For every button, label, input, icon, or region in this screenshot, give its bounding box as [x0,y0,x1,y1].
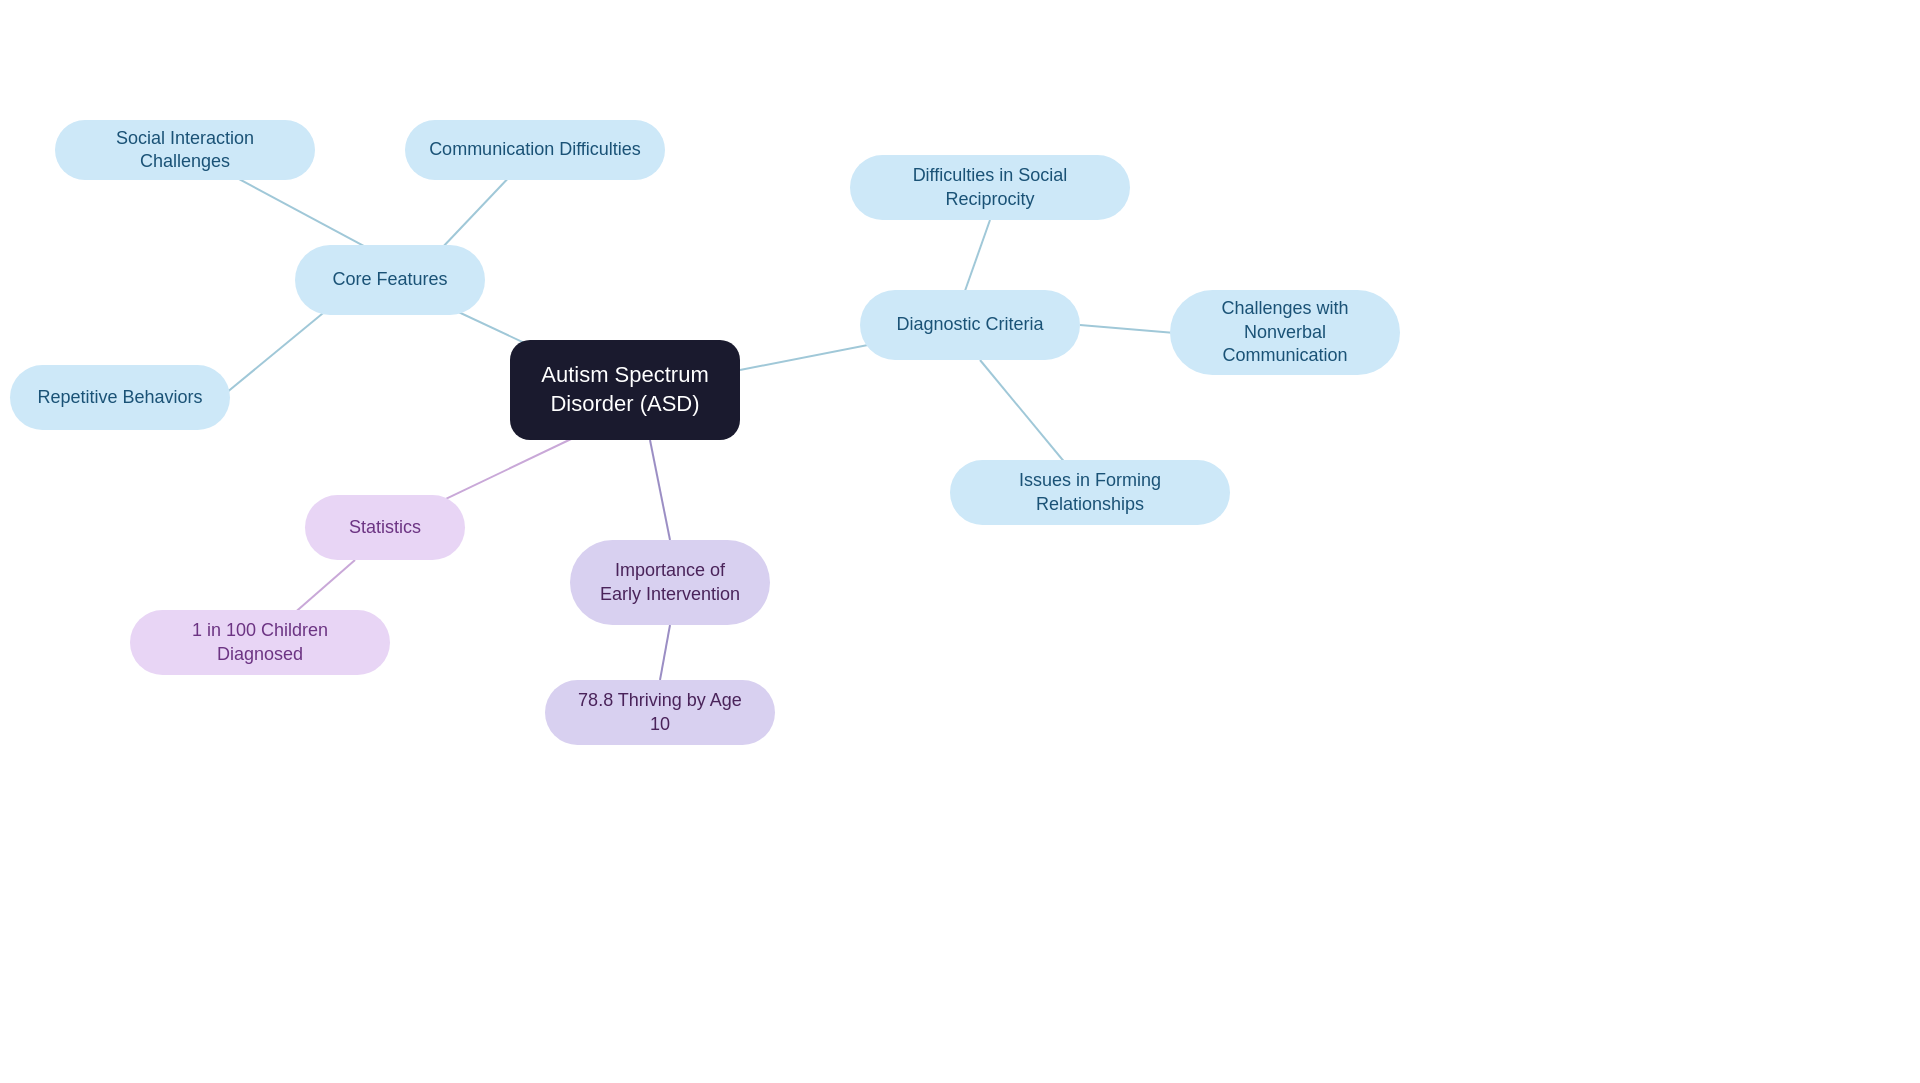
svg-line-6 [1080,325,1175,333]
statistics-node[interactable]: Statistics [305,495,465,560]
diagnostic-criteria-node[interactable]: Diagnostic Criteria [860,290,1080,360]
children-diagnosed-node[interactable]: 1 in 100 Children Diagnosed [130,610,390,675]
social-interaction-node[interactable]: Social Interaction Challenges [55,120,315,180]
center-node[interactable]: Autism Spectrum Disorder (ASD) [510,340,740,440]
core-features-node[interactable]: Core Features [295,245,485,315]
communication-node[interactable]: Communication Difficulties [405,120,665,180]
social-reciprocity-node[interactable]: Difficulties in Social Reciprocity [850,155,1130,220]
early-intervention-node[interactable]: Importance of Early Intervention [570,540,770,625]
svg-line-11 [660,625,670,680]
thriving-node[interactable]: 78.8 Thriving by Age 10 [545,680,775,745]
nonverbal-node[interactable]: Challenges with Nonverbal Communication [1170,290,1400,375]
repetitive-behaviors-node[interactable]: Repetitive Behaviors [10,365,230,430]
relationships-node[interactable]: Issues in Forming Relationships [950,460,1230,525]
svg-line-10 [650,440,670,540]
mind-map: Autism Spectrum Disorder (ASD) Core Feat… [0,0,1920,1083]
